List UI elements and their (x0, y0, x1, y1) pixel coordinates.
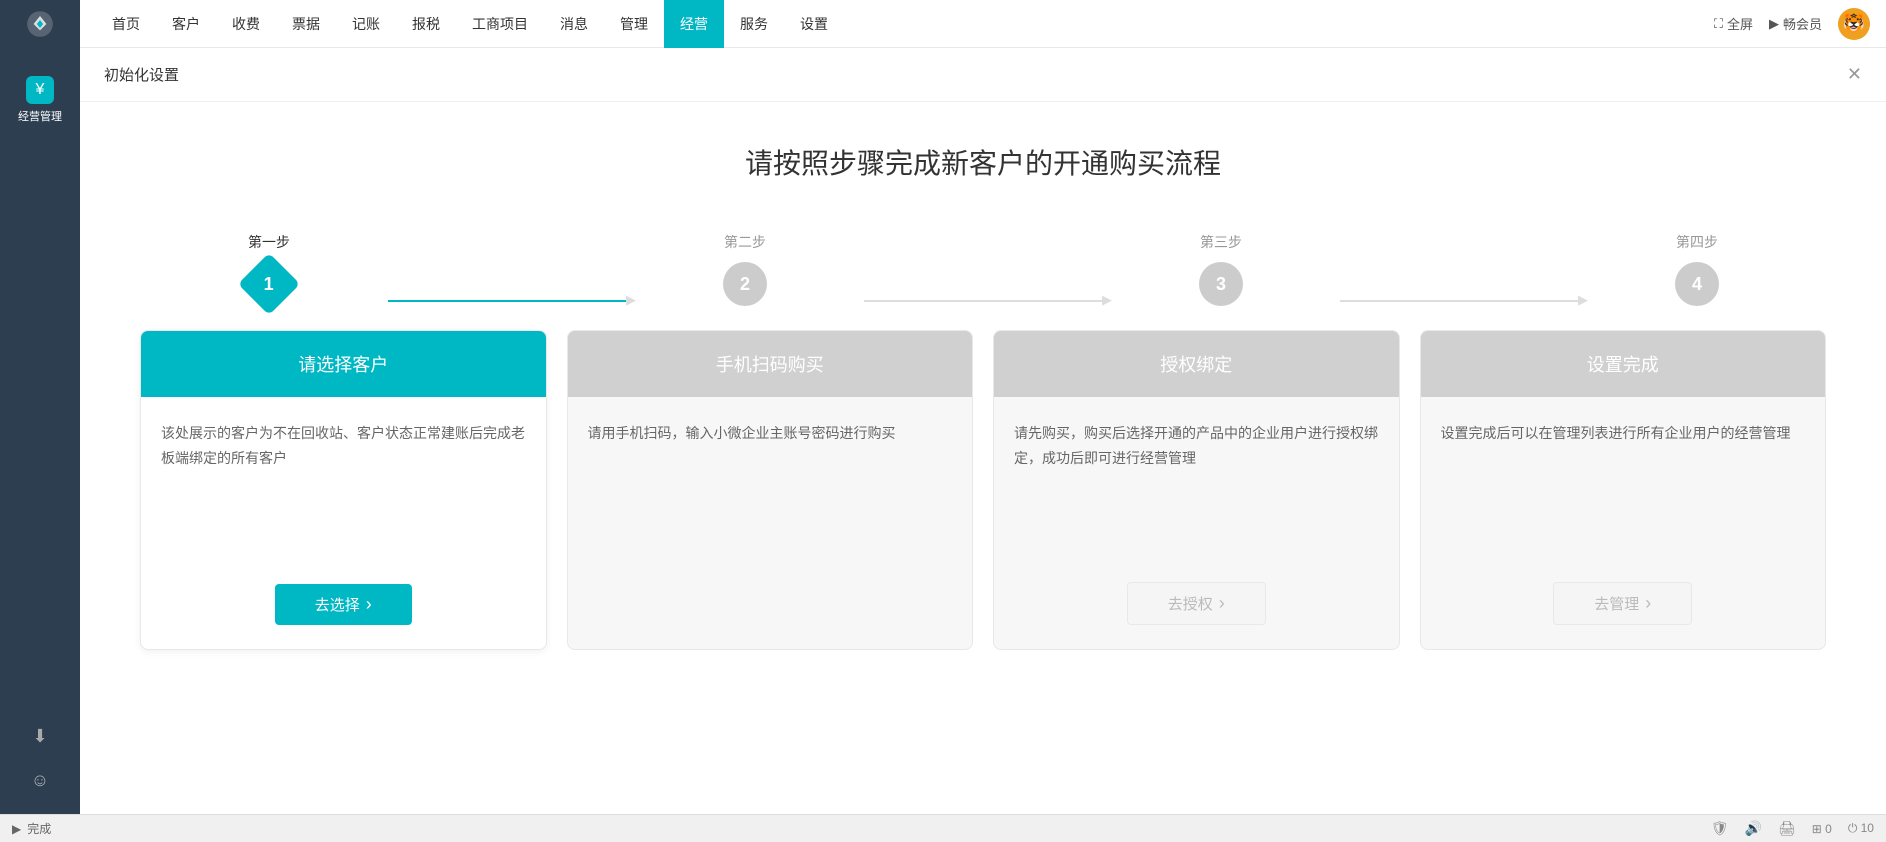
step4-label: 第四步 (1676, 232, 1718, 252)
step1-number: 1 (264, 273, 274, 294)
goto-manage-arrow: › (1645, 593, 1651, 614)
nav-invoice[interactable]: 票据 (276, 0, 336, 48)
fullscreen-label: 全屏 (1727, 14, 1753, 33)
card2-header: 手机扫码购买 (568, 331, 973, 397)
arrow-3: ▶ (1340, 300, 1578, 302)
support-icon[interactable]: ☺ (22, 762, 58, 798)
fullscreen-btn[interactable]: ⛶ 全屏 (1714, 14, 1753, 33)
nav-operation[interactable]: 经营 (664, 0, 724, 48)
logo (0, 0, 80, 48)
sidebar-item-label: 经营管理 (18, 108, 62, 124)
setup-content: 请按照步骤完成新客户的开通购买流程 第一步 1 ▶ 第二步 2 (80, 102, 1886, 690)
vip-btn[interactable]: ▶ 畅会员 (1769, 14, 1822, 33)
nav-tax[interactable]: 报税 (396, 0, 456, 48)
step2-number: 2 (740, 274, 750, 295)
play-icon: ▶ (12, 822, 21, 836)
goto-manage-button[interactable]: 去管理 › (1553, 582, 1692, 625)
top-nav: 首页 客户 收费 票据 记账 报税 工商项目 消息 管理 经营 服务 设置 ⛶ … (80, 0, 1886, 48)
step3-label: 第三步 (1200, 232, 1242, 252)
main-content: 初始化设置 ✕ 请按照步骤完成新客户的开通购买流程 第一步 1 ▶ 第二步 2 (80, 48, 1886, 814)
step3-number: 3 (1216, 274, 1226, 295)
step-card-3: 授权绑定 请先购买，购买后选择开通的产品中的企业用户进行授权绑定，成功后即可进行… (993, 330, 1400, 650)
print-status-icon[interactable]: 🖨 (1778, 820, 1796, 837)
step-1: 第一步 1 (150, 232, 388, 306)
nav-service[interactable]: 服务 (724, 0, 784, 48)
step4-number: 4 (1692, 274, 1702, 295)
card1-footer: 去选择 › (141, 568, 546, 649)
status-label: 完成 (27, 820, 51, 837)
step-2: 第二步 2 (626, 232, 864, 306)
goto-manage-label: 去管理 (1594, 593, 1639, 614)
step2-label: 第二步 (724, 232, 766, 252)
card1-text: 该处展示的客户为不在回收站、客户状态正常建账后完成老板端绑定的所有客户 (161, 425, 525, 466)
operation-icon: ¥ (26, 76, 54, 104)
step-3: 第三步 3 (1102, 232, 1340, 306)
vip-label: 畅会员 (1783, 14, 1822, 33)
card4-title: 设置完成 (1587, 355, 1659, 375)
arrow-1: ▶ (388, 300, 626, 302)
card3-title: 授权绑定 (1160, 355, 1232, 375)
sidebar-item-operation[interactable]: ¥ 经营管理 (10, 64, 70, 136)
nav-business[interactable]: 工商项目 (456, 0, 544, 48)
card4-footer: 去管理 › (1421, 566, 1826, 649)
goto-auth-label: 去授权 (1168, 593, 1213, 614)
page-header: 初始化设置 ✕ (80, 48, 1886, 102)
card2-title: 手机扫码购买 (716, 355, 824, 375)
goto-auth-button[interactable]: 去授权 › (1127, 582, 1266, 625)
card2-body: 请用手机扫码，输入小微企业主账号密码进行购买 (568, 397, 973, 609)
close-button[interactable]: ✕ (1847, 64, 1862, 85)
card1-header: 请选择客户 (141, 331, 546, 397)
step4-circle: 4 (1675, 262, 1719, 306)
nav-accounting[interactable]: 记账 (336, 0, 396, 48)
step1-diamond: 1 (238, 253, 300, 315)
step-card-4: 设置完成 设置完成后可以在管理列表进行所有企业用户的经营管理 去管理 › (1420, 330, 1827, 650)
vip-icon: ▶ (1769, 16, 1779, 32)
card3-header: 授权绑定 (994, 331, 1399, 397)
card1-body: 该处展示的客户为不在回收站、客户状态正常建账后完成老板端绑定的所有客户 (141, 397, 546, 568)
card4-text: 设置完成后可以在管理列表进行所有企业用户的经营管理 (1441, 425, 1791, 441)
card4-header: 设置完成 (1421, 331, 1826, 397)
nav-fee[interactable]: 收费 (216, 0, 276, 48)
user-avatar[interactable]: 🐯 (1838, 8, 1870, 40)
nav-message[interactable]: 消息 (544, 0, 604, 48)
step2-circle: 2 (723, 262, 767, 306)
volume-status-icon[interactable]: 🔊 (1745, 820, 1762, 837)
card1-title: 请选择客户 (298, 355, 388, 375)
goto-select-arrow: › (366, 594, 372, 615)
arrow-2: ▶ (864, 300, 1102, 302)
nav-manage[interactable]: 管理 (604, 0, 664, 48)
nav-home[interactable]: 首页 (96, 0, 156, 48)
cards-container: 请选择客户 该处展示的客户为不在回收站、客户状态正常建账后完成老板端绑定的所有客… (140, 330, 1826, 650)
nav-right: ⛶ 全屏 ▶ 畅会员 🐯 (1714, 8, 1870, 40)
page-title: 初始化设置 (104, 64, 179, 85)
card3-body: 请先购买，购买后选择开通的产品中的企业用户进行授权绑定，成功后即可进行经营管理 (994, 397, 1399, 566)
nav-settings[interactable]: 设置 (784, 0, 844, 48)
step-4: 第四步 4 (1578, 232, 1816, 306)
sidebar-bottom: ⬇ ☺ (22, 718, 58, 798)
fullscreen-icon: ⛶ (1714, 16, 1723, 32)
card2-footer (568, 609, 973, 649)
goto-select-label: 去选择 (315, 594, 360, 615)
card4-body: 设置完成后可以在管理列表进行所有企业用户的经营管理 (1421, 397, 1826, 566)
step1-label: 第一步 (248, 232, 290, 252)
sidebar: ¥ 经营管理 ⬇ ☺ (0, 48, 80, 814)
card3-footer: 去授权 › (994, 566, 1399, 649)
status-bar-right: 🛡 🔊 🖨 ⊞ 0 ⏻ 10 (1711, 820, 1874, 837)
nav-customer[interactable]: 客户 (156, 0, 216, 48)
status-bar: ▶ 完成 🛡 🔊 🖨 ⊞ 0 ⏻ 10 (0, 814, 1886, 842)
download-icon[interactable]: ⬇ (22, 718, 58, 754)
step3-circle: 3 (1199, 262, 1243, 306)
step-card-1: 请选择客户 该处展示的客户为不在回收站、客户状态正常建账后完成老板端绑定的所有客… (140, 330, 547, 650)
shield-status-icon[interactable]: 🛡 (1711, 820, 1729, 837)
setup-title: 请按照步骤完成新客户的开通购买流程 (140, 142, 1826, 182)
power-status-icon[interactable]: ⏻ 10 (1848, 821, 1874, 836)
step-card-2: 手机扫码购买 请用手机扫码，输入小微企业主账号密码进行购买 (567, 330, 974, 650)
grid-status-icon[interactable]: ⊞ 0 (1812, 822, 1832, 836)
goto-select-button[interactable]: 去选择 › (275, 584, 412, 625)
card2-text: 请用手机扫码，输入小微企业主账号密码进行购买 (588, 425, 896, 441)
card3-text: 请先购买，购买后选择开通的产品中的企业用户进行授权绑定，成功后即可进行经营管理 (1014, 425, 1378, 466)
goto-auth-arrow: › (1219, 593, 1225, 614)
